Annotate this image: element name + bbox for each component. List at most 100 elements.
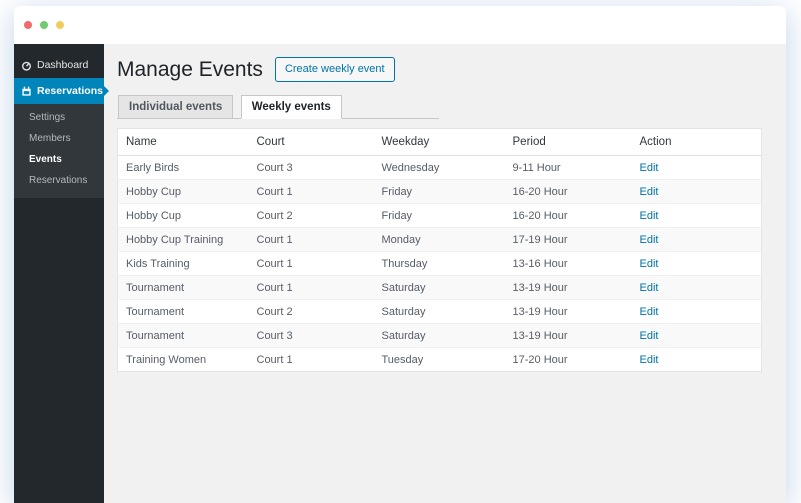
cell-name: Tournament [117, 323, 249, 349]
cell-name: Hobby Cup [117, 203, 249, 229]
calendar-icon [21, 86, 32, 97]
window-maximize-dot[interactable] [56, 21, 64, 29]
cell-court: Court 1 [256, 353, 293, 366]
sidebar-item-label: Dashboard [37, 59, 89, 71]
tab-weekly-events[interactable]: Weekly events [240, 95, 342, 120]
tab-individual-events[interactable]: Individual events [118, 95, 234, 119]
table-row: Hobby Cup Court 2 Friday 16-20 Hour Edit [117, 203, 762, 229]
table-row: Hobby Cup Training Court 1 Monday 17-19 Hou… [117, 227, 762, 253]
submenu-item-label: Reservations [29, 175, 88, 186]
table-row: Early Birds Court 3 Wednesday 9-11 Hour Edit [117, 155, 762, 181]
cell-name: Kids Training [117, 251, 249, 277]
edit-link[interactable]: Edit [640, 354, 659, 366]
table-row: Tournament Court 1 Saturday 13-19 Hour Edit [117, 275, 762, 301]
tab-bar: Individual events Weekly events [117, 95, 439, 120]
submenu-item-settings[interactable]: Settings [14, 107, 104, 128]
cell-period: 13-19 Hour [504, 323, 632, 349]
cell-court: Court 3 [248, 323, 374, 349]
admin-app: Dashboard Reservations Settings Members … [14, 44, 786, 503]
table-row: Hobby Cup Court 1 Friday 16-20 Hour Edit [117, 179, 762, 205]
edit-link[interactable]: Edit [640, 210, 659, 222]
cell-period: 9-11 Hour [504, 155, 632, 181]
cell-period: 17-20 Hour [512, 353, 568, 366]
cell-action: Edit [631, 299, 762, 325]
cell-name: Hobby Cup [117, 179, 249, 205]
cell-court: Court 1 [248, 251, 374, 277]
admin-sidebar: Dashboard Reservations Settings Members … [14, 44, 104, 503]
cell-period: 17-19 Hour [504, 227, 632, 253]
cell-court: Court 1 [248, 179, 374, 205]
cell-period: 13-16 Hour [504, 251, 632, 277]
cell-action: Edit [631, 323, 762, 349]
column-header-period: Period [504, 128, 632, 157]
cell-weekday: Wednesday [373, 155, 505, 181]
cell-name: Tournament [117, 275, 249, 301]
page-title: Manage Events [117, 58, 263, 81]
submenu-item-reservations[interactable]: Reservations [14, 170, 104, 191]
column-header-court: Court [248, 128, 374, 157]
cell-weekday: Saturday [373, 299, 505, 325]
submenu-item-events[interactable]: Events [14, 149, 104, 170]
cell-weekday: Friday [373, 203, 505, 229]
cell-name: Hobby Cup Training [117, 227, 249, 253]
cell-action: Edit [632, 348, 762, 372]
edit-link[interactable]: Edit [640, 282, 659, 294]
edit-link[interactable]: Edit [640, 234, 659, 246]
sidebar-item-label: Reservations [37, 85, 103, 97]
cell-weekday: Saturday [373, 275, 505, 301]
table-row: Tournament Court 2 Saturday 13-19 Hour Edit [117, 299, 762, 325]
cell-court: Court 1 [248, 275, 374, 301]
events-table-body: Early Birds Court 3 Wednesday 9-11 Hour Edit… [117, 155, 762, 372]
cell-action: Edit [631, 203, 762, 229]
header-row: Name Court Weekday Period Action [117, 128, 762, 157]
cell-period: 16-20 Hour [504, 179, 632, 205]
cell-weekday: Thursday [373, 251, 505, 277]
table-row: Tournament Court 3 Saturday 13-19 Hour Edit [117, 323, 762, 349]
cell-weekday: Friday [373, 179, 505, 205]
cell-court: Court 1 [248, 227, 374, 253]
cell-court: Court 2 [248, 203, 374, 229]
edit-link[interactable]: Edit [640, 330, 659, 342]
column-header-weekday: Weekday [373, 128, 505, 157]
table-row: Training Women Court 1 Tuesday 17-20 Hour Ed… [118, 348, 762, 372]
cell-action: Edit [631, 227, 762, 253]
window-close-dot[interactable] [24, 21, 32, 29]
sidebar-item-dashboard[interactable]: Dashboard [14, 52, 104, 78]
cell-period: 13-19 Hour [504, 275, 632, 301]
cell-action: Edit [631, 251, 762, 277]
create-weekly-event-button[interactable]: Create weekly event [274, 57, 395, 82]
cell-name: Early Birds [117, 155, 249, 181]
edit-link[interactable]: Edit [640, 162, 659, 174]
edit-link[interactable]: Edit [640, 306, 659, 318]
cell-action: Edit [631, 155, 762, 181]
submenu-item-label: Settings [29, 112, 66, 123]
column-header-action: Action [631, 128, 762, 157]
cell-action: Edit [631, 275, 762, 301]
cell-name: Training Women [126, 353, 207, 366]
submenu-item-label: Members [29, 133, 71, 144]
column-header-name: Name [117, 128, 249, 157]
main-content: Manage Events Create weekly event Indivi… [104, 44, 786, 503]
cell-period: 16-20 Hour [504, 203, 632, 229]
table-row: Kids Training Court 1 Thursday 13-16 Hour Ed… [117, 251, 762, 277]
cell-action: Edit [631, 179, 762, 205]
cell-period: 13-19 Hour [504, 299, 632, 325]
events-table: Name Court Weekday Period Action Early B… [117, 128, 762, 373]
cell-court: Court 2 [248, 299, 374, 325]
submenu-item-members[interactable]: Members [14, 128, 104, 149]
dashboard-icon [21, 60, 32, 71]
cell-weekday: Saturday [373, 323, 505, 349]
cell-weekday: Monday [373, 227, 505, 253]
submenu-item-label: Events [29, 154, 62, 165]
cell-weekday: Tuesday [381, 353, 424, 366]
edit-link[interactable]: Edit [640, 258, 659, 270]
page-header: Manage Events Create weekly event [117, 57, 758, 82]
cell-name: Tournament [117, 299, 249, 325]
window-titlebar [14, 6, 786, 44]
edit-link[interactable]: Edit [640, 186, 659, 198]
window-minimize-dot[interactable] [40, 21, 48, 29]
browser-mockup-window: Dashboard Reservations Settings Members … [14, 6, 786, 503]
sidebar-item-reservations[interactable]: Reservations [14, 78, 104, 104]
reservations-submenu: Settings Members Events Reservations [14, 104, 104, 198]
events-table-header: Name Court Weekday Period Action [117, 128, 762, 157]
